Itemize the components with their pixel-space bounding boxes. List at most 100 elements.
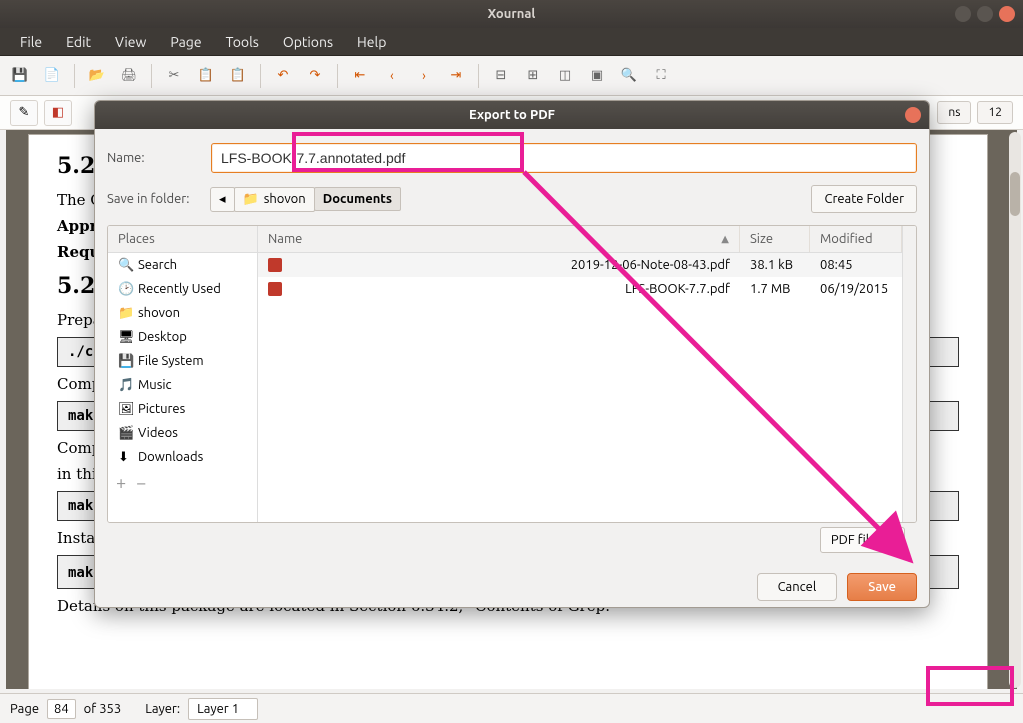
redo-icon[interactable]: ↷ (301, 62, 329, 90)
menu-help[interactable]: Help (347, 30, 396, 54)
file-name: 2019-12-06-Note-08-43.pdf (571, 258, 730, 272)
save-icon[interactable]: 💾 (6, 62, 34, 90)
file-modified: 06/19/2015 (810, 277, 902, 301)
col-name-header[interactable]: Name▲ (258, 226, 740, 252)
prev-page-icon[interactable]: ‹ (378, 62, 406, 90)
app-title: Xournal (488, 7, 536, 21)
fit-width-icon[interactable]: ◫ (551, 62, 579, 90)
next-page-icon[interactable]: › (410, 62, 438, 90)
place-item-file-system[interactable]: 💾 File System (108, 349, 257, 373)
place-icon: 💾 (118, 354, 132, 368)
place-label: Desktop (138, 330, 187, 344)
file-modified: 08:45 (810, 253, 902, 277)
menu-options[interactable]: Options (273, 30, 343, 54)
place-label: Videos (138, 426, 178, 440)
place-label: shovon (138, 306, 180, 320)
pdf-file-icon (268, 282, 282, 296)
breadcrumb-back-icon[interactable]: ◂ (210, 187, 235, 212)
save-button[interactable]: Save (847, 573, 917, 601)
close-button[interactable] (999, 6, 1015, 22)
pdf-file-icon (268, 258, 282, 272)
place-icon: ⬇ (118, 450, 132, 464)
name-label: Name: (107, 151, 199, 165)
dialog-title-bar: Export to PDF (95, 101, 929, 129)
folder-breadcrumb: ◂ 📁shovon Documents (211, 187, 401, 212)
zoom-out-icon[interactable]: ⊟ (487, 62, 515, 90)
dialog-title: Export to PDF (469, 108, 555, 122)
fullscreen-icon[interactable]: ⛶ (647, 62, 675, 90)
menu-page[interactable]: Page (160, 30, 211, 54)
last-page-icon[interactable]: ⇥ (442, 62, 470, 90)
place-label: Downloads (138, 450, 203, 464)
place-label: Pictures (138, 402, 185, 416)
breadcrumb-shovon[interactable]: 📁shovon (234, 187, 315, 212)
title-bar: Xournal (0, 0, 1023, 28)
menu-edit[interactable]: Edit (56, 30, 101, 54)
file-chooser: Places 🔍 Search 🕑Recently Used 📁 shovon 🖥Desk… (107, 225, 917, 523)
file-row[interactable]: 2019-12-06-Note-08-43.pdf 38.1 kB08:45 (258, 253, 902, 277)
dialog-close-icon[interactable] (905, 107, 921, 123)
zoom-icon[interactable]: 🔍 (615, 62, 643, 90)
maximize-button[interactable] (977, 6, 993, 22)
place-icon: 🖼 (118, 402, 132, 416)
file-size: 38.1 kB (740, 253, 810, 277)
menu-tools[interactable]: Tools (216, 30, 269, 54)
undo-icon[interactable]: ↶ (269, 62, 297, 90)
col-modified-header[interactable]: Modified (810, 226, 902, 252)
menu-file[interactable]: File (10, 30, 52, 54)
status-bar: Page 84 of 353 Layer: Layer 1 (0, 693, 1023, 723)
filename-input[interactable] (211, 143, 917, 173)
place-label: Music (138, 378, 172, 392)
place-item-recently-used[interactable]: 🕑Recently Used (108, 277, 257, 301)
place-icon: 📁 (118, 306, 132, 320)
eraser-tool-icon[interactable]: ◧ (44, 100, 72, 126)
place-label: Recently Used (138, 282, 221, 296)
menu-view[interactable]: View (105, 30, 156, 54)
minimize-button[interactable] (955, 6, 971, 22)
print-icon[interactable]: 🖨 (115, 62, 143, 90)
create-folder-button[interactable]: Create Folder (811, 185, 917, 213)
place-item-search[interactable]: 🔍 Search (108, 253, 257, 277)
place-item-pictures[interactable]: 🖼 Pictures (108, 397, 257, 421)
remove-bookmark-icon[interactable]: − (136, 473, 146, 493)
cancel-button[interactable]: Cancel (757, 573, 838, 601)
page-of: of 353 (84, 702, 122, 716)
fit-page-icon[interactable]: ▣ (583, 62, 611, 90)
layer-dropdown[interactable]: Layer 1 (188, 698, 258, 720)
cut-icon[interactable]: ✂ (160, 62, 188, 90)
col-size-header[interactable]: Size (740, 226, 810, 252)
tab-count[interactable]: 12 (977, 101, 1013, 124)
file-list-scrollbar[interactable] (902, 226, 916, 522)
file-size: 1.7 MB (740, 277, 810, 301)
new-icon[interactable]: 📄 (38, 62, 66, 90)
paste-icon[interactable]: 📋 (224, 62, 252, 90)
place-item-desktop[interactable]: 🖥Desktop (108, 325, 257, 349)
file-name: LFS-BOOK-7.7.pdf (625, 282, 730, 296)
place-item-downloads[interactable]: ⬇ Downloads (108, 445, 257, 469)
page-label: Page (10, 702, 39, 716)
export-pdf-dialog: Export to PDF Name: Save in folder: ◂ 📁s… (94, 100, 930, 608)
breadcrumb-documents[interactable]: Documents (314, 187, 401, 211)
file-row[interactable]: LFS-BOOK-7.7.pdf 1.7 MB06/19/2015 (258, 277, 902, 301)
place-item-music[interactable]: 🎵Music (108, 373, 257, 397)
place-item-videos[interactable]: 🎬Videos (108, 421, 257, 445)
copy-icon[interactable]: 📋 (192, 62, 220, 90)
file-type-filter[interactable]: PDF files (820, 527, 905, 553)
pencil-tool-icon[interactable]: ✎ (10, 100, 38, 126)
window-controls (955, 6, 1015, 22)
first-page-icon[interactable]: ⇤ (346, 62, 374, 90)
place-label: Search (138, 258, 177, 272)
place-label: File System (138, 354, 204, 368)
place-icon: 🔍 (118, 258, 132, 272)
folder-label: Save in folder: (107, 192, 199, 206)
places-header: Places (108, 226, 257, 253)
open-icon[interactable]: 📂 (83, 62, 111, 90)
place-item-shovon[interactable]: 📁 shovon (108, 301, 257, 325)
add-bookmark-icon[interactable]: + (116, 473, 126, 493)
vertical-scrollbar[interactable] (1009, 132, 1021, 688)
layer-label: Layer: (145, 702, 180, 716)
main-toolbar: 💾 📄 📂 🖨 ✂ 📋 📋 ↶ ↷ ⇤ ‹ › ⇥ ⊟ ⊞ ◫ ▣ 🔍 ⛶ (0, 56, 1023, 96)
page-spinner[interactable]: 84 (47, 699, 76, 719)
tab-ns[interactable]: ns (937, 101, 971, 124)
zoom-in-icon[interactable]: ⊞ (519, 62, 547, 90)
